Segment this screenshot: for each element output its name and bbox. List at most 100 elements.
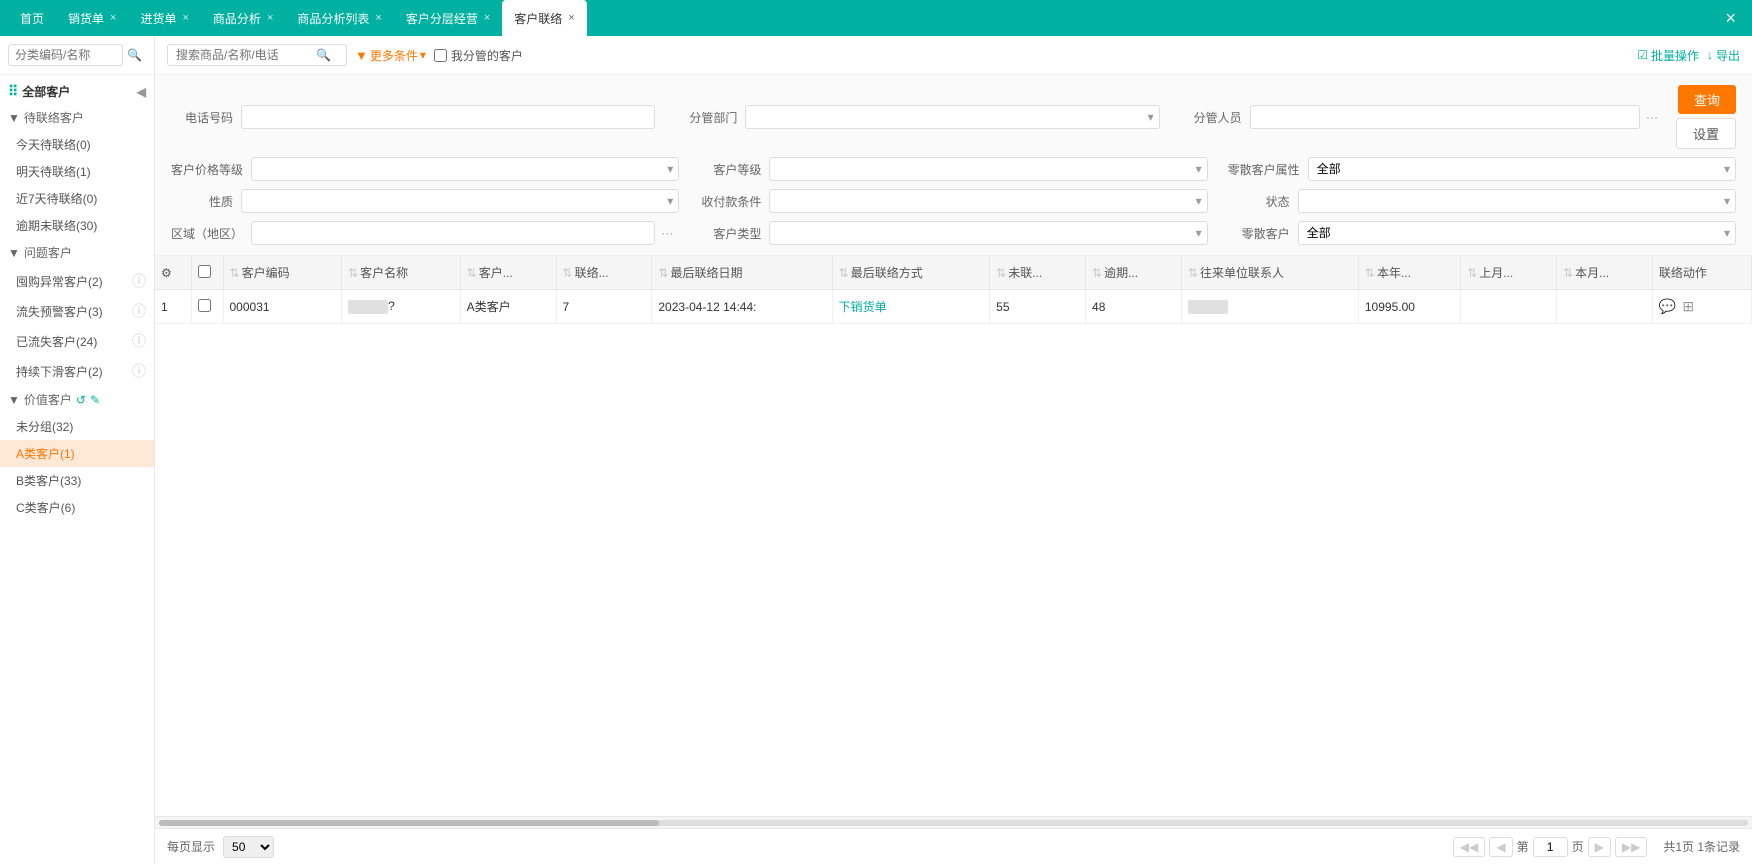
filter-search-input[interactable] <box>176 48 316 62</box>
sidebar-item-tomorrow[interactable]: 明天待联络(1) <box>0 158 154 185</box>
sidebar-collapse-icon[interactable]: ◀ <box>137 85 146 99</box>
sidebar-item-class-b[interactable]: B类客户(33) <box>0 467 154 494</box>
nav-item-purchase[interactable]: 进货单 × <box>128 0 200 36</box>
filter-row-4: 区域（地区） ··· 客户类型 零散客户 全部 <box>171 221 1736 245</box>
sidebar-item-hoarding[interactable]: 囤购异常客户(2) ⓘ <box>0 266 154 296</box>
dept-select[interactable] <box>745 105 1159 129</box>
sidebar-item-overdue[interactable]: 逾期未联络(30) <box>0 212 154 239</box>
this-month-sort-icon: ⇅ <box>1563 266 1573 280</box>
phone-input[interactable] <box>241 105 655 129</box>
page-number-input[interactable] <box>1533 837 1568 857</box>
sidebar-item-7days[interactable]: 近7天待联络(0) <box>0 185 154 212</box>
sidebar-item-today[interactable]: 今天待联络(0) <box>0 131 154 158</box>
person-dots-icon[interactable]: ··· <box>1640 110 1664 124</box>
region-dots-icon[interactable]: ··· <box>655 226 679 240</box>
td-index: 1 <box>155 290 191 324</box>
query-button[interactable]: 查询 <box>1678 85 1736 114</box>
more-filters-button[interactable]: ▼ 更多条件 ▾ <box>355 47 426 64</box>
payment-select[interactable] <box>769 189 1207 213</box>
td-row-checkbox <box>191 290 223 324</box>
contact-count-sort-icon: ⇅ <box>563 266 573 280</box>
filter-field-status: 状态 <box>1228 189 1736 213</box>
filter-field-nature: 性质 <box>171 189 679 213</box>
prev-page-button[interactable]: ◀ <box>1489 837 1512 857</box>
sidebar-item-declining[interactable]: 持续下滑客户(2) ⓘ <box>0 356 154 386</box>
close-sales-icon[interactable]: × <box>110 12 116 24</box>
filter-row-1: 电话号码 分管部门 分管人员 ··· 查询 <box>171 85 1736 149</box>
th-last-contact-method: ⇅最后联络方式 <box>832 256 990 290</box>
th-last-contact-date: ⇅最后联络日期 <box>652 256 832 290</box>
problem-customer-group[interactable]: ▼ 问题客户 <box>0 239 154 266</box>
page-size-select[interactable]: 50 100 200 <box>223 836 274 858</box>
my-customer-label: 我分管的客户 <box>451 47 523 64</box>
nav-item-sales[interactable]: 销货单 × <box>56 0 128 36</box>
last-contact-method-link[interactable]: 下销货单 <box>839 300 887 314</box>
nature-select[interactable] <box>241 189 679 213</box>
sidebar-item-class-c[interactable]: C类客户(6) <box>0 494 154 521</box>
export-button[interactable]: ↓ 导出 <box>1707 47 1740 64</box>
retail-customer-select[interactable]: 全部 <box>1298 221 1736 245</box>
data-table: ⚙ ⇅客户编码 ⇅客户名称 ⇅客户... <box>155 256 1752 324</box>
last-page-button[interactable]: ▶▶ <box>1615 837 1647 857</box>
close-purchase-icon[interactable]: × <box>182 12 188 24</box>
td-name: ? <box>342 290 461 324</box>
pending-contact-group[interactable]: ▼ 待联络客户 <box>0 104 154 131</box>
sidebar-item-churn-warning[interactable]: 流失预警客户(3) ⓘ <box>0 296 154 326</box>
region-input[interactable] <box>251 221 655 245</box>
nav-item-product-analysis[interactable]: 商品分析 × <box>201 0 285 36</box>
person-input[interactable] <box>1250 105 1640 129</box>
sidebar-item-unclassified[interactable]: 未分组(32) <box>0 413 154 440</box>
row-checkbox[interactable] <box>198 299 211 312</box>
problem-customer-label: 问题客户 <box>24 244 72 261</box>
retail-attr-select-wrap: 全部 <box>1308 157 1736 181</box>
th-this-year: ⇅本年... <box>1358 256 1460 290</box>
my-customer-filter: 我分管的客户 <box>434 47 523 64</box>
close-product-analysis-list-icon[interactable]: × <box>375 12 381 24</box>
td-not-contacted: 55 <box>990 290 1086 324</box>
grid-action-icon[interactable]: ⊞ <box>1682 298 1694 315</box>
status-select[interactable] <box>1298 189 1736 213</box>
td-action: 💬 ⊞ <box>1652 290 1751 324</box>
sidebar-item-class-a[interactable]: A类客户(1) <box>0 440 154 467</box>
horizontal-scrollbar[interactable] <box>155 816 1752 828</box>
page-unit-label: 页 <box>1572 838 1584 855</box>
value-customer-refresh-icon[interactable]: ↺ <box>76 393 86 407</box>
close-customer-tier-icon[interactable]: × <box>484 12 490 24</box>
batch-op-button[interactable]: ☑ 批量操作 <box>1637 47 1699 64</box>
batch-op-icon: ☑ <box>1637 48 1648 62</box>
close-customer-contact-icon[interactable]: × <box>568 12 574 24</box>
retail-attr-select[interactable]: 全部 <box>1308 157 1736 181</box>
my-customer-checkbox[interactable] <box>434 49 447 62</box>
chat-action-icon[interactable]: 💬 <box>1659 298 1676 315</box>
scrollbar-thumb[interactable] <box>159 820 659 826</box>
th-action: 联络动作 <box>1652 256 1751 290</box>
value-customer-edit-icon[interactable]: ✎ <box>90 393 100 407</box>
sidebar-search-input[interactable] <box>8 44 123 66</box>
close-product-analysis-icon[interactable]: × <box>267 12 273 24</box>
sidebar-search-icon[interactable]: 🔍 <box>127 48 142 62</box>
value-customer-group[interactable]: ▼ 价值客户 ↺ ✎ <box>0 386 154 413</box>
customer-type-select[interactable] <box>769 221 1207 245</box>
gear-icon[interactable]: ⚙ <box>161 266 172 280</box>
nav-item-customer-contact[interactable]: 客户联络 × <box>502 0 586 36</box>
nav-item-customer-tier[interactable]: 客户分层经营 × <box>394 0 502 36</box>
settings-button[interactable]: 设置 <box>1676 118 1736 149</box>
nav-item-home[interactable]: 首页 <box>8 0 56 36</box>
td-this-year: 10995.00 <box>1358 290 1460 324</box>
filter-search-box: 🔍 <box>167 44 347 66</box>
pending-contact-label: 待联络客户 <box>24 109 84 126</box>
close-all-tabs-button[interactable]: × <box>1717 8 1744 29</box>
page-label: 第 <box>1517 838 1529 855</box>
sidebar-item-churned[interactable]: 已流失客户(24) ⓘ <box>0 326 154 356</box>
next-page-button[interactable]: ▶ <box>1588 837 1611 857</box>
first-page-button[interactable]: ◀◀ <box>1453 837 1485 857</box>
value-customer-label: 价值客户 <box>24 391 72 408</box>
grid-dots-icon: ⠿ <box>8 83 18 100</box>
nav-item-product-analysis-list[interactable]: 商品分析列表 × <box>285 0 393 36</box>
filter-search-icon[interactable]: 🔍 <box>316 48 331 62</box>
customer-tier-select[interactable] <box>769 157 1207 181</box>
price-tier-select[interactable] <box>251 157 679 181</box>
select-all-checkbox[interactable] <box>198 265 211 278</box>
churn-warning-info-icon: ⓘ <box>132 301 146 321</box>
table-header-row: ⚙ ⇅客户编码 ⇅客户名称 ⇅客户... <box>155 256 1752 290</box>
